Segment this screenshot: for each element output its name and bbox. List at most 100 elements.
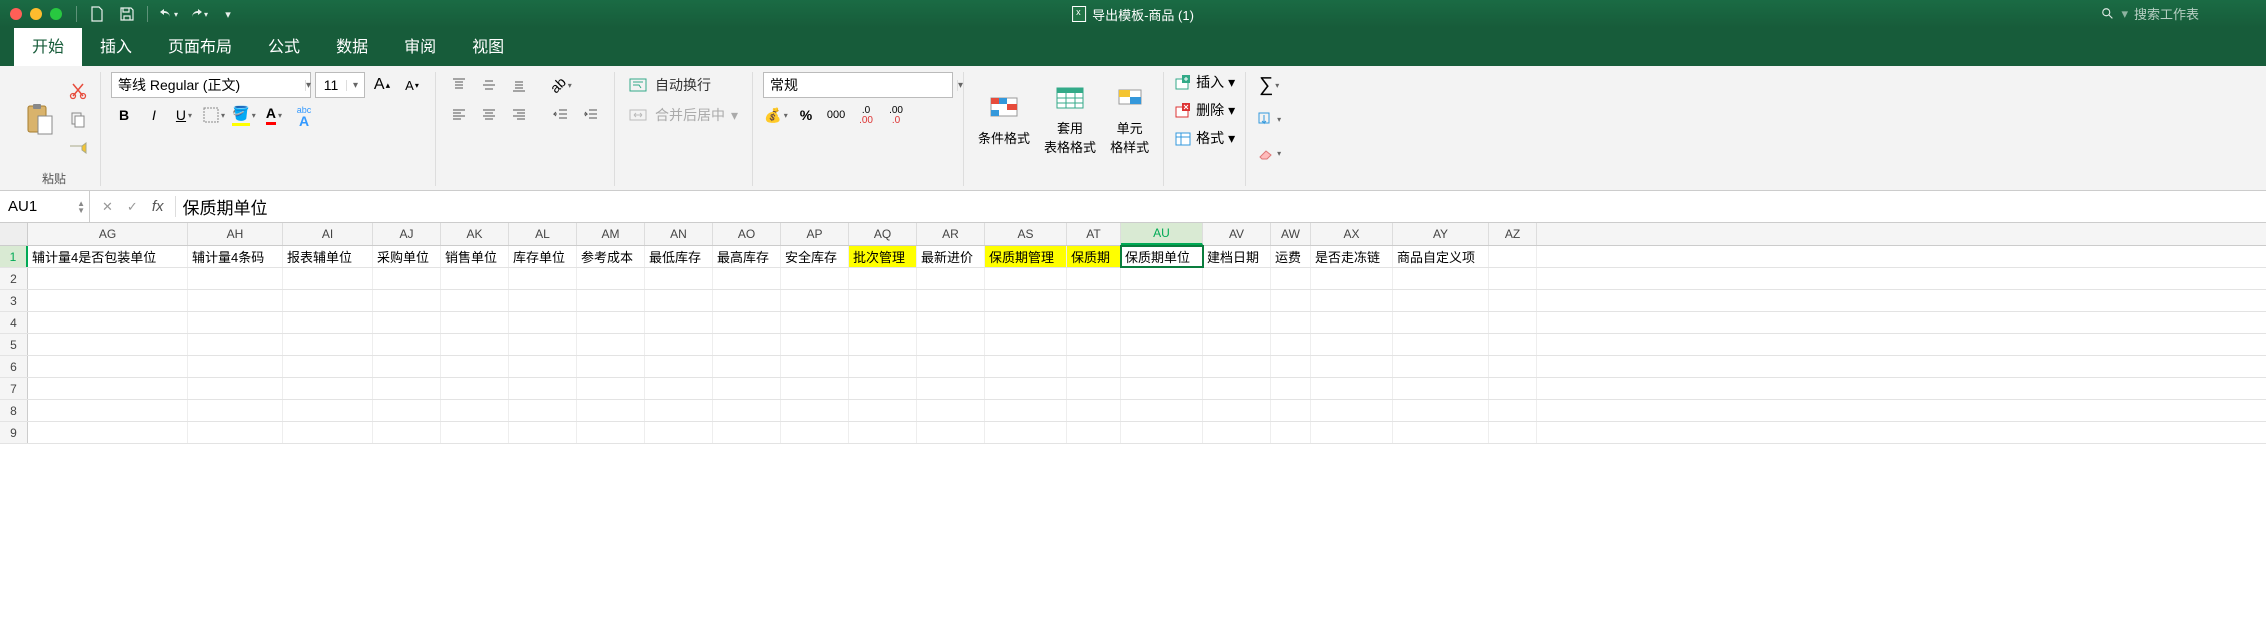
cell-AX3[interactable] xyxy=(1311,290,1393,311)
cell-AQ6[interactable] xyxy=(849,356,917,377)
cell-AI7[interactable] xyxy=(283,378,373,399)
cell-AW7[interactable] xyxy=(1271,378,1311,399)
cell-AQ9[interactable] xyxy=(849,422,917,443)
orientation-button[interactable]: ab▾ xyxy=(548,72,574,98)
font-color-button[interactable]: A▾ xyxy=(261,102,287,128)
cell-AK1[interactable]: 销售单位 xyxy=(441,246,509,267)
cell-AS2[interactable] xyxy=(985,268,1067,289)
font-size-input[interactable] xyxy=(316,77,346,93)
search-input[interactable] xyxy=(2134,7,2254,22)
cell-AW2[interactable] xyxy=(1271,268,1311,289)
cell-AO3[interactable] xyxy=(713,290,781,311)
cell-AG8[interactable] xyxy=(28,400,188,421)
cell-AS7[interactable] xyxy=(985,378,1067,399)
borders-button[interactable]: ▾ xyxy=(201,102,227,128)
cell-AN1[interactable]: 最低库存 xyxy=(645,246,713,267)
col-header-AS[interactable]: AS xyxy=(985,223,1067,245)
cell-AV4[interactable] xyxy=(1203,312,1271,333)
row-header-3[interactable]: 3 xyxy=(0,290,28,311)
col-header-AG[interactable]: AG xyxy=(28,223,188,245)
cell-AT6[interactable] xyxy=(1067,356,1121,377)
cell-AJ7[interactable] xyxy=(373,378,441,399)
zoom-window[interactable] xyxy=(50,8,62,20)
col-header-AX[interactable]: AX xyxy=(1311,223,1393,245)
cell-AP4[interactable] xyxy=(781,312,849,333)
cell-AM1[interactable]: 参考成本 xyxy=(577,246,645,267)
cell-AP8[interactable] xyxy=(781,400,849,421)
cell-AT9[interactable] xyxy=(1067,422,1121,443)
decrease-indent-icon[interactable] xyxy=(548,102,574,128)
cell-AG4[interactable] xyxy=(28,312,188,333)
conditional-format-button[interactable]: 条件格式 xyxy=(974,88,1034,151)
delete-cells-button[interactable]: 删除▾ xyxy=(1174,100,1235,120)
cell-AM9[interactable] xyxy=(577,422,645,443)
cell-AX4[interactable] xyxy=(1311,312,1393,333)
cell-AX1[interactable]: 是否走冻链 xyxy=(1311,246,1393,267)
cell-AQ7[interactable] xyxy=(849,378,917,399)
cell-AH8[interactable] xyxy=(188,400,283,421)
cell-AQ5[interactable] xyxy=(849,334,917,355)
cell-AT3[interactable] xyxy=(1067,290,1121,311)
align-middle-icon[interactable] xyxy=(476,72,502,98)
cell-AW1[interactable]: 运费 xyxy=(1271,246,1311,267)
cell-AN7[interactable] xyxy=(645,378,713,399)
tab-开始[interactable]: 开始 xyxy=(14,24,82,66)
name-box-input[interactable] xyxy=(8,198,68,215)
align-left-icon[interactable] xyxy=(446,102,472,128)
align-top-icon[interactable] xyxy=(446,72,472,98)
cell-AG3[interactable] xyxy=(28,290,188,311)
autosum-button[interactable]: ∑▾ xyxy=(1256,72,1282,98)
cell-AT5[interactable] xyxy=(1067,334,1121,355)
cell-AR9[interactable] xyxy=(917,422,985,443)
align-right-icon[interactable] xyxy=(506,102,532,128)
clear-button[interactable]: ▾ xyxy=(1256,140,1282,166)
row-header-7[interactable]: 7 xyxy=(0,378,28,399)
cell-AJ2[interactable] xyxy=(373,268,441,289)
decrease-font-icon[interactable]: A▾ xyxy=(399,72,425,98)
cell-AH5[interactable] xyxy=(188,334,283,355)
tab-数据[interactable]: 数据 xyxy=(318,24,386,66)
cell-AM8[interactable] xyxy=(577,400,645,421)
fill-color-button[interactable]: 🪣▾ xyxy=(231,102,257,128)
cell-AU8[interactable] xyxy=(1121,400,1203,421)
cell-AT8[interactable] xyxy=(1067,400,1121,421)
cell-AS6[interactable] xyxy=(985,356,1067,377)
percent-button[interactable]: % xyxy=(793,102,819,128)
cell-AO8[interactable] xyxy=(713,400,781,421)
cell-AX7[interactable] xyxy=(1311,378,1393,399)
cell-AM2[interactable] xyxy=(577,268,645,289)
col-header-AL[interactable]: AL xyxy=(509,223,577,245)
name-box[interactable]: ▲▼ xyxy=(0,191,90,222)
cell-AJ3[interactable] xyxy=(373,290,441,311)
col-header-AK[interactable]: AK xyxy=(441,223,509,245)
cell-AK2[interactable] xyxy=(441,268,509,289)
cell-AP6[interactable] xyxy=(781,356,849,377)
cell-AO2[interactable] xyxy=(713,268,781,289)
cut-icon[interactable] xyxy=(66,80,90,102)
cell-AV7[interactable] xyxy=(1203,378,1271,399)
tab-视图[interactable]: 视图 xyxy=(454,24,522,66)
font-name-dropdown[interactable]: ▾ xyxy=(111,72,311,98)
cell-AG5[interactable] xyxy=(28,334,188,355)
cell-AJ6[interactable] xyxy=(373,356,441,377)
cell-AS3[interactable] xyxy=(985,290,1067,311)
cell-AG9[interactable] xyxy=(28,422,188,443)
cell-AU2[interactable] xyxy=(1121,268,1203,289)
copy-icon[interactable] xyxy=(66,108,90,130)
cell-AJ8[interactable] xyxy=(373,400,441,421)
format-painter-icon[interactable] xyxy=(66,136,90,158)
cell-AN5[interactable] xyxy=(645,334,713,355)
cell-AR3[interactable] xyxy=(917,290,985,311)
cell-AJ9[interactable] xyxy=(373,422,441,443)
cell-AU3[interactable] xyxy=(1121,290,1203,311)
close-window[interactable] xyxy=(10,8,22,20)
cell-AZ8[interactable] xyxy=(1489,400,1537,421)
cell-AJ5[interactable] xyxy=(373,334,441,355)
cell-AY7[interactable] xyxy=(1393,378,1489,399)
col-header-AU[interactable]: AU xyxy=(1121,223,1203,245)
font-name-input[interactable] xyxy=(112,77,305,93)
undo-icon[interactable]: ▾ xyxy=(158,4,178,24)
cell-AP5[interactable] xyxy=(781,334,849,355)
cell-AI3[interactable] xyxy=(283,290,373,311)
tab-审阅[interactable]: 审阅 xyxy=(386,24,454,66)
